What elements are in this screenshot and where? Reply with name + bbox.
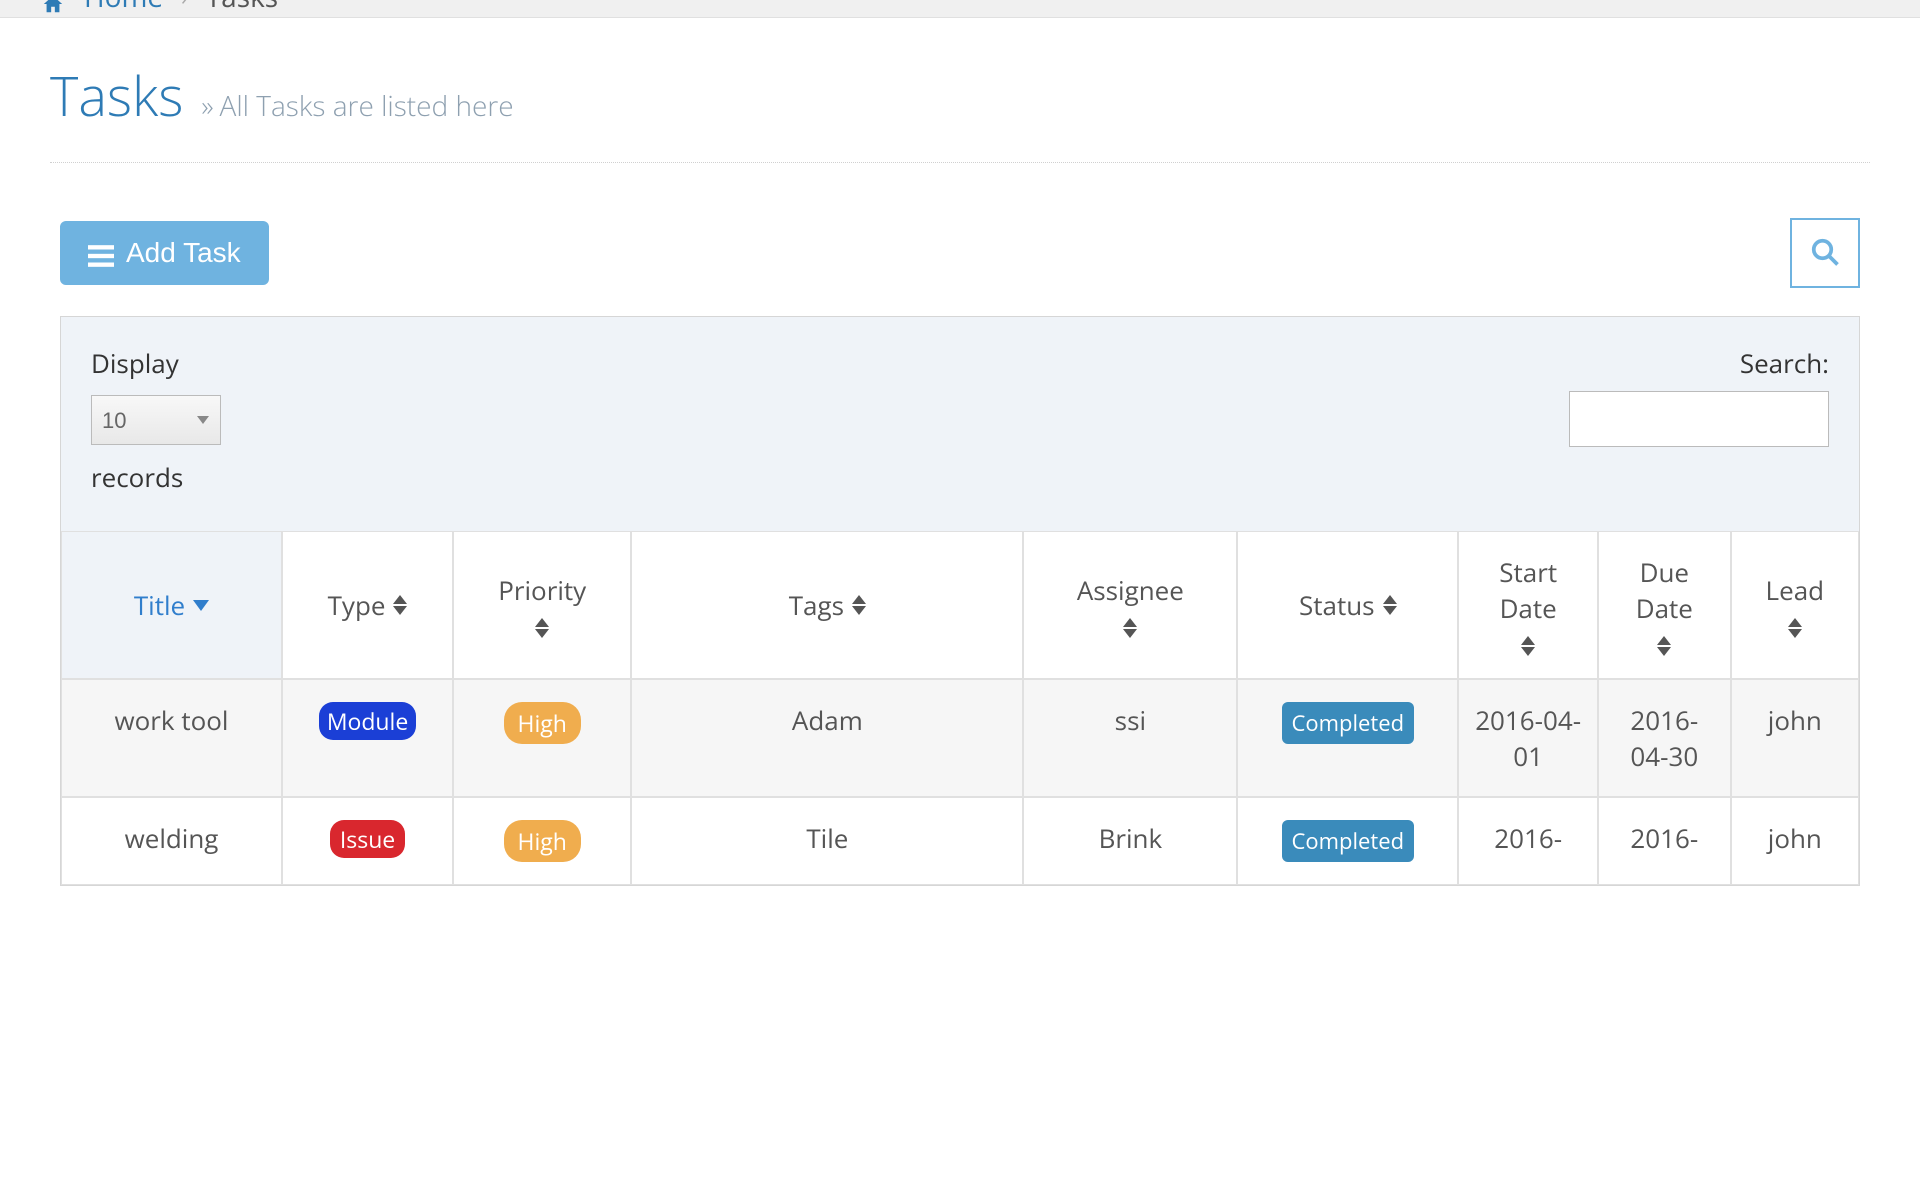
cell-type: Issue — [282, 797, 453, 885]
cell-start-value: 2016- — [1494, 820, 1562, 856]
filter-control: Search: — [1569, 345, 1829, 447]
search-label: Search: — [1740, 345, 1829, 381]
status-badge: Completed — [1282, 702, 1414, 744]
cell-lead: john — [1731, 679, 1859, 797]
cell-priority: High — [453, 797, 631, 885]
cell-assignee-value: ssi — [1115, 702, 1146, 738]
cell-assignee: ssi — [1023, 679, 1237, 797]
sort-icon — [535, 618, 549, 638]
cell-due-value: 2016-04-30 — [1630, 702, 1698, 774]
breadcrumb-bar: Home › Tasks — [0, 0, 1920, 18]
list-icon — [88, 242, 114, 264]
cell-lead: john — [1731, 797, 1859, 885]
breadcrumb-home[interactable]: Home — [84, 0, 163, 16]
cell-start-date: 2016- — [1458, 797, 1598, 885]
chevron-right-icon: › — [181, 0, 188, 12]
page-title: Tasks — [50, 58, 183, 132]
cell-tags-value: Adam — [792, 702, 863, 738]
task-title-link[interactable]: work tool — [115, 702, 229, 738]
search-icon — [1810, 237, 1840, 270]
add-task-label: Add Task — [126, 237, 241, 269]
table-row: welding Issue High Tile Brink Completed 2016- 2… — [61, 797, 1859, 885]
cell-start-date: 2016-04-01 — [1458, 679, 1598, 797]
cell-lead-value: john — [1768, 702, 1822, 738]
cell-title: welding — [61, 797, 282, 885]
length-select-wrap: 10 — [91, 395, 221, 445]
home-icon — [40, 0, 66, 8]
cell-title: work tool — [61, 679, 282, 797]
col-title[interactable]: Title — [61, 531, 282, 679]
length-select[interactable]: 10 — [91, 395, 221, 445]
cell-lead-value: john — [1768, 820, 1822, 856]
cell-tags: Adam — [631, 679, 1023, 797]
page-subtitle: »All Tasks are listed here — [201, 87, 513, 125]
col-due-date[interactable]: Due Date — [1598, 531, 1731, 679]
sort-icon — [393, 595, 407, 615]
col-tags[interactable]: Tags — [631, 531, 1023, 679]
breadcrumb: Home › Tasks — [40, 0, 1880, 16]
search-toggle-button[interactable] — [1790, 218, 1860, 288]
col-start-date[interactable]: Start Date — [1458, 531, 1598, 679]
sort-icon — [852, 595, 866, 615]
col-type[interactable]: Type — [282, 531, 453, 679]
priority-badge: High — [504, 820, 581, 862]
col-priority[interactable]: Priority — [453, 531, 631, 679]
cell-status: Completed — [1237, 679, 1458, 797]
cell-tags: Tile — [631, 797, 1023, 885]
cell-type: Module — [282, 679, 453, 797]
cell-assignee: Brink — [1023, 797, 1237, 885]
sort-desc-icon — [193, 600, 209, 611]
col-assignee[interactable]: Assignee — [1023, 531, 1237, 679]
type-badge: Issue — [330, 820, 405, 858]
tasks-table-panel: Display 10 records Search: — [60, 316, 1860, 886]
table-row: work tool Module High Adam ssi Completed 2016-… — [61, 679, 1859, 797]
sort-icon — [1521, 636, 1535, 656]
cell-status: Completed — [1237, 797, 1458, 885]
sort-icon — [1657, 636, 1671, 656]
display-label: Display — [91, 345, 221, 381]
status-badge: Completed — [1282, 820, 1414, 862]
cell-due-date: 2016- — [1598, 797, 1731, 885]
cell-assignee-value: Brink — [1099, 820, 1163, 856]
cell-tags-value: Tile — [806, 820, 848, 856]
cell-due-value: 2016- — [1630, 820, 1698, 856]
type-badge: Module — [319, 702, 416, 740]
tasks-table: Title Type Priority — [61, 531, 1859, 885]
toolbar: Add Task — [60, 218, 1870, 288]
raquo-icon: » — [201, 87, 213, 125]
cell-priority: High — [453, 679, 631, 797]
breadcrumb-current: Tasks — [206, 0, 278, 16]
search-input[interactable] — [1569, 391, 1829, 447]
length-control: Display 10 records — [91, 345, 221, 495]
col-status[interactable]: Status — [1237, 531, 1458, 679]
sort-icon — [1123, 618, 1137, 638]
cell-due-date: 2016-04-30 — [1598, 679, 1731, 797]
task-title-link[interactable]: welding — [125, 820, 219, 856]
priority-badge: High — [504, 702, 581, 744]
col-lead[interactable]: Lead — [1731, 531, 1859, 679]
cell-start-value: 2016-04-01 — [1475, 702, 1581, 774]
sort-icon — [1788, 618, 1802, 638]
records-label: records — [91, 459, 221, 495]
sort-icon — [1383, 595, 1397, 615]
page-header: Tasks »All Tasks are listed here — [50, 58, 1870, 163]
add-task-button[interactable]: Add Task — [60, 221, 269, 285]
table-controls: Display 10 records Search: — [61, 317, 1859, 531]
